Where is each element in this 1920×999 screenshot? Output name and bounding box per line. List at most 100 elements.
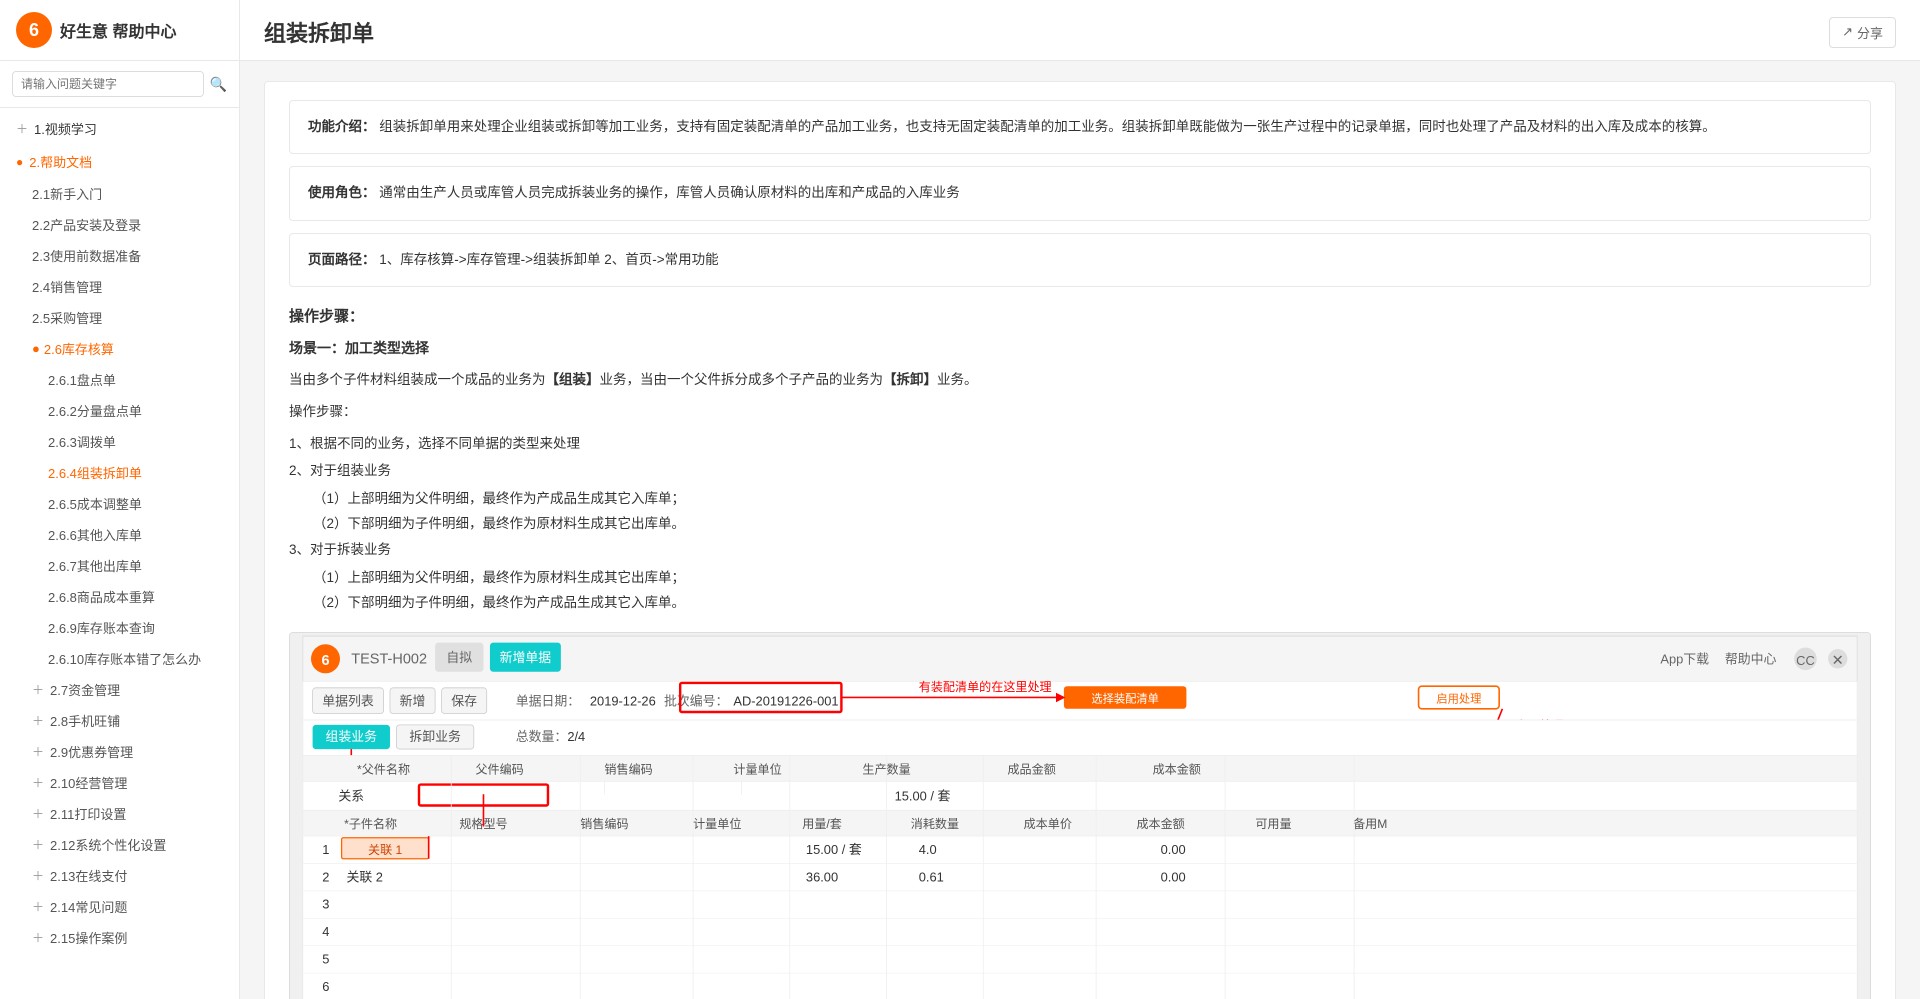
sidebar-sub-label: 2.5采购管理 — [32, 308, 102, 327]
sidebar-item-coupon[interactable]: ＋ 2.9优惠券管理 — [0, 736, 239, 767]
sidebar-sub-label: 2.1新手入门 — [32, 184, 102, 203]
sidebar-item-otherin[interactable]: 2.6.6其他入库单 — [0, 519, 239, 550]
svg-text:父件编码: 父件编码 — [475, 761, 523, 776]
sidebar-sub-label: 2.6.9库存账本查询 — [48, 618, 155, 637]
intro-label: 功能介绍： — [308, 119, 376, 134]
svg-text:自拟: 自拟 — [446, 650, 472, 665]
svg-text:*子件名称: *子件名称 — [344, 816, 397, 831]
search-box: 🔍 — [0, 61, 239, 108]
sidebar-item-sales[interactable]: 2.4销售管理 — [0, 271, 239, 302]
search-input[interactable] — [12, 71, 204, 97]
sidebar-sub-label: 2.6.3调拨单 — [48, 432, 116, 451]
search-icon[interactable]: 🔍 — [210, 76, 227, 93]
step-2-1: （1）上部明细为父件明细，最终作为产成品生成其它入库单； — [313, 486, 1871, 512]
svg-text:成本金额: 成本金额 — [1153, 761, 1201, 776]
svg-text:6: 6 — [321, 653, 329, 669]
plus-icon: ＋ — [32, 836, 44, 853]
logo-icon: 6 — [16, 12, 52, 48]
intro-block: 功能介绍： 组装拆卸单用来处理企业组装或拆卸等加工业务，支持有固定装配清单的产品… — [289, 100, 1871, 154]
svg-text:单据列表: 单据列表 — [322, 694, 374, 709]
page-title: 组装拆卸单 — [264, 16, 374, 48]
svg-text:*父件名称: *父件名称 — [357, 761, 410, 776]
share-button[interactable]: ↗ 分享 — [1829, 17, 1896, 48]
expand-icon: ＋ — [16, 120, 28, 137]
plus-icon: ＋ — [32, 867, 44, 884]
sidebar-sub-label: 2.13在线支付 — [50, 866, 127, 885]
svg-text:销售编码: 销售编码 — [604, 761, 652, 776]
sidebar-item-docs[interactable]: ● 2.帮助文档 — [0, 145, 239, 178]
svg-text:5: 5 — [322, 952, 329, 967]
main-header: 组装拆卸单 ↗ 分享 — [240, 0, 1920, 61]
sidebar-item-newbie[interactable]: 2.1新手入门 — [0, 178, 239, 209]
plus-icon: ＋ — [32, 712, 44, 729]
sidebar-item-print[interactable]: ＋ 2.11打印设置 — [0, 798, 239, 829]
sidebar-item-install[interactable]: 2.2产品安装及登录 — [0, 209, 239, 240]
svg-text:2/4: 2/4 — [567, 729, 585, 744]
minus-icon: ● — [32, 341, 40, 356]
svg-text:App下载: App下载 — [1660, 652, 1709, 667]
sidebar-sub-label: 2.6.4组装拆卸单 — [48, 463, 142, 482]
path-text: 1、库存核算->库存管理->组装拆卸单 2、首页->常用功能 — [379, 252, 718, 267]
svg-text:可用量: 可用量 — [1255, 817, 1291, 831]
sidebar-sub-label: 2.7资金管理 — [50, 680, 120, 699]
sidebar-sub-label: 2.6.1盘点单 — [48, 370, 116, 389]
sidebar-item-stocktake[interactable]: 2.6.1盘点单 — [0, 364, 239, 395]
sidebar-item-otherout[interactable]: 2.6.7其他出库单 — [0, 550, 239, 581]
sidebar-item-label: 1.视频学习 — [34, 119, 97, 138]
sidebar: 6 好生意 帮助中心 🔍 ＋ 1.视频学习 ● 2.帮助文档 2.1新手入门 2… — [0, 0, 240, 999]
sidebar-item-ops[interactable]: ＋ 2.10经营管理 — [0, 767, 239, 798]
svg-text:1: 1 — [322, 842, 329, 857]
sidebar-item-assembly[interactable]: 2.6.4组装拆卸单 — [0, 457, 239, 488]
sidebar-item-inventory[interactable]: ● 2.6库存核算 — [0, 333, 239, 364]
sidebar-sub-label: 2.12系统个性化设置 — [50, 835, 166, 854]
plus-icon: ＋ — [32, 743, 44, 760]
sidebar-item-prepare[interactable]: 2.3使用前数据准备 — [0, 240, 239, 271]
sidebar-item-stockcheck[interactable]: 2.6.9库存账本查询 — [0, 612, 239, 643]
svg-text:关联 2: 关联 2 — [346, 869, 383, 884]
sidebar-sub-label: 2.6.10库存账本错了怎么办 — [48, 649, 201, 668]
sidebar-item-video[interactable]: ＋ 1.视频学习 — [0, 112, 239, 145]
share-label: 分享 — [1857, 23, 1883, 42]
plus-icon: ＋ — [32, 774, 44, 791]
sidebar-sub-label: 2.8手机旺铺 — [50, 711, 120, 730]
sidebar-sub-label: 2.6.7其他出库单 — [48, 556, 142, 575]
svg-text:AD-20191226-001: AD-20191226-001 — [733, 694, 838, 709]
step-3: 3、对于拆装业务 — [289, 537, 1871, 563]
svg-text:计量单位: 计量单位 — [693, 816, 741, 831]
svg-text:保存: 保存 — [451, 694, 477, 709]
svg-text:新增: 新增 — [400, 694, 426, 709]
sidebar-item-purchase[interactable]: 2.5采购管理 — [0, 302, 239, 333]
sidebar-sub-label: 2.15操作案例 — [50, 928, 127, 947]
share-icon: ↗ — [1842, 24, 1853, 40]
sidebar-header: 6 好生意 帮助中心 — [0, 0, 239, 61]
svg-text:消耗数量: 消耗数量 — [911, 816, 959, 831]
sidebar-item-adjust[interactable]: 2.6.3调拨单 — [0, 426, 239, 457]
sidebar-item-cases[interactable]: ＋ 2.15操作案例 — [0, 922, 239, 953]
content-block: 功能介绍： 组装拆卸单用来处理企业组装或拆卸等加工业务，支持有固定装配清单的产品… — [264, 81, 1896, 999]
svg-text:新增单据: 新增单据 — [500, 650, 552, 665]
sidebar-item-costcalc[interactable]: 2.6.8商品成本重算 — [0, 581, 239, 612]
sidebar-sub-label: 2.4销售管理 — [32, 277, 102, 296]
svg-text:销售编码: 销售编码 — [580, 816, 628, 831]
plus-icon: ＋ — [32, 898, 44, 915]
sidebar-item-payment[interactable]: ＋ 2.13在线支付 — [0, 860, 239, 891]
plus-icon: ＋ — [32, 681, 44, 698]
sidebar-item-mobile[interactable]: ＋ 2.8手机旺铺 — [0, 705, 239, 736]
sidebar-item-stockerr[interactable]: 2.6.10库存账本错了怎么办 — [0, 643, 239, 674]
sidebar-item-faq[interactable]: ＋ 2.14常见问题 — [0, 891, 239, 922]
plus-icon: ＋ — [32, 805, 44, 822]
sidebar-sub-label: 2.9优惠券管理 — [50, 742, 133, 761]
svg-text:3: 3 — [322, 897, 329, 912]
svg-text:2: 2 — [322, 869, 329, 884]
svg-text:15.00 / 套: 15.00 / 套 — [806, 842, 862, 857]
svg-text:单据日期：: 单据日期： — [516, 694, 580, 709]
role-text: 通常由生产人员或库管人员完成拆装业务的操作，库管人员确认原材料的出库和产成品的入… — [379, 185, 960, 200]
sidebar-item-costadj[interactable]: 2.6.5成本调整单 — [0, 488, 239, 519]
svg-text:4: 4 — [322, 924, 329, 939]
sidebar-item-custom[interactable]: ＋ 2.12系统个性化设置 — [0, 829, 239, 860]
scene1-desc: 当由多个子件材料组装成一个成品的业务为【组装】业务，当由一个父件拆分成多个子产品… — [289, 366, 1871, 393]
content-area: 功能介绍： 组装拆卸单用来处理企业组装或拆卸等加工业务，支持有固定装配清单的产品… — [240, 61, 1920, 999]
svg-text:2019-12-26: 2019-12-26 — [590, 694, 656, 709]
sidebar-item-finance[interactable]: ＋ 2.7资金管理 — [0, 674, 239, 705]
sidebar-item-partialstock[interactable]: 2.6.2分量盘点单 — [0, 395, 239, 426]
